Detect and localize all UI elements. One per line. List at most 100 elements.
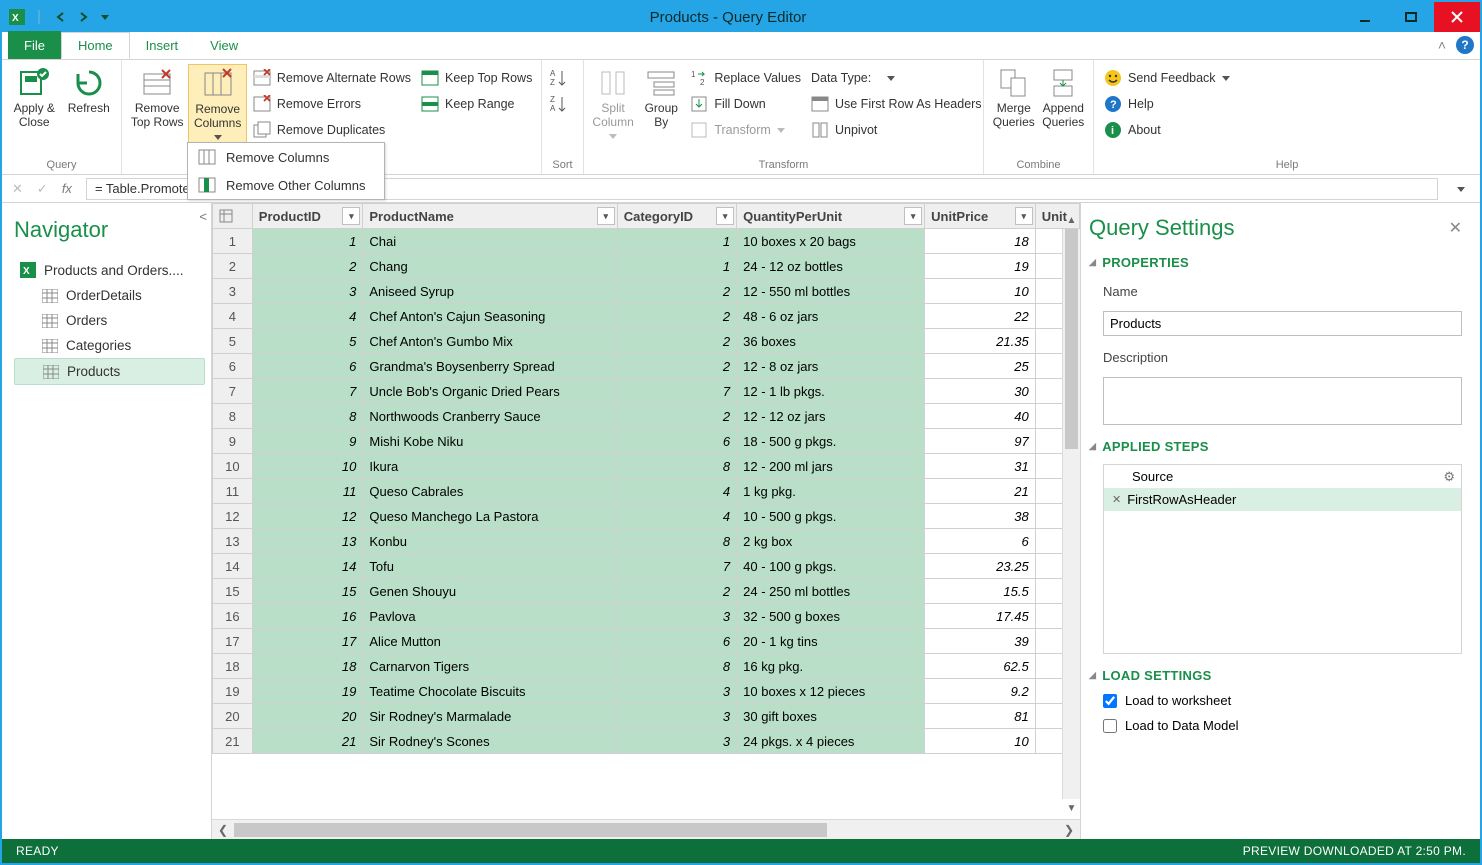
- cell[interactable]: Carnarvon Tigers: [363, 654, 617, 679]
- load-datamodel-checkbox[interactable]: Load to Data Model: [1103, 718, 1462, 733]
- cell[interactable]: 2: [617, 404, 736, 429]
- cell[interactable]: 2: [617, 329, 736, 354]
- cell[interactable]: 10: [252, 454, 363, 479]
- cell[interactable]: 3: [617, 604, 736, 629]
- row-number[interactable]: 7: [213, 379, 253, 404]
- cell[interactable]: Chef Anton's Cajun Seasoning: [363, 304, 617, 329]
- file-tab[interactable]: File: [8, 31, 61, 59]
- table-row[interactable]: 77Uncle Bob's Organic Dried Pears712 - 1…: [213, 379, 1080, 404]
- navigator-collapse-icon[interactable]: <: [199, 209, 207, 224]
- cell[interactable]: 10 boxes x 12 pieces: [737, 679, 925, 704]
- cell[interactable]: 12 - 1 lb pkgs.: [737, 379, 925, 404]
- scroll-up-arrow[interactable]: ▲: [1063, 211, 1080, 229]
- cell[interactable]: Sir Rodney's Marmalade: [363, 704, 617, 729]
- cell[interactable]: 3: [252, 279, 363, 304]
- filter-icon[interactable]: ▾: [904, 207, 922, 225]
- cell[interactable]: 6: [925, 529, 1036, 554]
- cell[interactable]: 23.25: [925, 554, 1036, 579]
- cell[interactable]: 31: [925, 454, 1036, 479]
- formula-expand-icon[interactable]: [1452, 181, 1470, 196]
- cell[interactable]: 13: [252, 529, 363, 554]
- row-number[interactable]: 2: [213, 254, 253, 279]
- row-number[interactable]: 16: [213, 604, 253, 629]
- use-first-row-headers-button[interactable]: Use First Row As Headers: [807, 92, 977, 116]
- cell[interactable]: 4: [252, 304, 363, 329]
- row-number[interactable]: 1: [213, 229, 253, 254]
- cell[interactable]: 12 - 550 ml bottles: [737, 279, 925, 304]
- cell[interactable]: 39: [925, 629, 1036, 654]
- maximize-button[interactable]: [1388, 2, 1434, 32]
- cell[interactable]: 10: [925, 729, 1036, 754]
- row-number[interactable]: 9: [213, 429, 253, 454]
- filter-icon[interactable]: ▾: [342, 207, 360, 225]
- cell[interactable]: 18: [252, 654, 363, 679]
- table-row[interactable]: 33Aniseed Syrup212 - 550 ml bottles10: [213, 279, 1080, 304]
- cell[interactable]: 5: [252, 329, 363, 354]
- refresh-button[interactable]: Refresh: [63, 64, 116, 116]
- collapse-ribbon-icon[interactable]: ˄: [1438, 37, 1446, 53]
- cell[interactable]: 1: [252, 229, 363, 254]
- navigator-item-categories[interactable]: Categories: [14, 333, 205, 358]
- row-number[interactable]: 6: [213, 354, 253, 379]
- cell[interactable]: 6: [252, 354, 363, 379]
- vertical-scrollbar[interactable]: ▲ ▼: [1062, 229, 1080, 799]
- load-worksheet-checkbox[interactable]: Load to worksheet: [1103, 693, 1462, 708]
- cell[interactable]: 1: [617, 229, 736, 254]
- undo-icon[interactable]: [52, 8, 70, 26]
- table-row[interactable]: 1111Queso Cabrales41 kg pkg.21: [213, 479, 1080, 504]
- row-number[interactable]: 15: [213, 579, 253, 604]
- view-tab[interactable]: View: [194, 32, 254, 59]
- sort-desc-button[interactable]: ZA: [548, 92, 570, 116]
- applied-steps-section[interactable]: APPLIED STEPS: [1089, 439, 1462, 454]
- cell[interactable]: Tofu: [363, 554, 617, 579]
- table-row[interactable]: 2020Sir Rodney's Marmalade330 gift boxes…: [213, 704, 1080, 729]
- table-row[interactable]: 2121Sir Rodney's Scones324 pkgs. x 4 pie…: [213, 729, 1080, 754]
- cell[interactable]: 24 pkgs. x 4 pieces: [737, 729, 925, 754]
- filter-icon[interactable]: ▾: [1015, 207, 1033, 225]
- remove-alternate-rows-button[interactable]: Remove Alternate Rows: [249, 66, 415, 90]
- cell[interactable]: 9: [252, 429, 363, 454]
- cell[interactable]: 32 - 500 g boxes: [737, 604, 925, 629]
- cell[interactable]: Chai: [363, 229, 617, 254]
- cell[interactable]: 30: [925, 379, 1036, 404]
- cell[interactable]: 10 - 500 g pkgs.: [737, 504, 925, 529]
- table-row[interactable]: 1818Carnarvon Tigers816 kg pkg.62.5: [213, 654, 1080, 679]
- cell[interactable]: Northwoods Cranberry Sauce: [363, 404, 617, 429]
- cell[interactable]: 2: [617, 354, 736, 379]
- cell[interactable]: 8: [617, 529, 736, 554]
- cell[interactable]: 7: [252, 379, 363, 404]
- column-header-unitprice[interactable]: UnitPrice▾: [925, 204, 1036, 229]
- row-number[interactable]: 17: [213, 629, 253, 654]
- step-first-row-as-header[interactable]: ✕ FirstRowAsHeader: [1104, 488, 1461, 511]
- properties-section[interactable]: PROPERTIES: [1089, 255, 1462, 270]
- vscroll-thumb[interactable]: [1065, 229, 1078, 449]
- table-row[interactable]: 1010Ikura812 - 200 ml jars31: [213, 454, 1080, 479]
- cell[interactable]: 19: [925, 254, 1036, 279]
- cell[interactable]: Queso Cabrales: [363, 479, 617, 504]
- cell[interactable]: 3: [617, 679, 736, 704]
- table-row[interactable]: 11Chai110 boxes x 20 bags18: [213, 229, 1080, 254]
- transform-menu-button[interactable]: Transform: [686, 118, 805, 142]
- cell[interactable]: 10 boxes x 20 bags: [737, 229, 925, 254]
- cell[interactable]: 12 - 200 ml jars: [737, 454, 925, 479]
- navigator-item-orderdetails[interactable]: OrderDetails: [14, 283, 205, 308]
- cell[interactable]: Grandma's Boysenberry Spread: [363, 354, 617, 379]
- table-row[interactable]: 1616Pavlova332 - 500 g boxes17.45: [213, 604, 1080, 629]
- step-gear-icon[interactable]: ⚙: [1443, 469, 1455, 485]
- navigator-item-products[interactable]: Products: [14, 358, 205, 385]
- cell[interactable]: 17: [252, 629, 363, 654]
- cell[interactable]: 1 kg pkg.: [737, 479, 925, 504]
- merge-queries-button[interactable]: Merge Queries: [990, 64, 1038, 130]
- cell[interactable]: 24 - 250 ml bottles: [737, 579, 925, 604]
- cell[interactable]: 22: [925, 304, 1036, 329]
- remove-duplicates-button[interactable]: Remove Duplicates: [249, 118, 415, 142]
- cell[interactable]: 48 - 6 oz jars: [737, 304, 925, 329]
- cell[interactable]: 21: [925, 479, 1036, 504]
- table-row[interactable]: 55Chef Anton's Gumbo Mix236 boxes21.35: [213, 329, 1080, 354]
- table-row[interactable]: 1919Teatime Chocolate Biscuits310 boxes …: [213, 679, 1080, 704]
- column-header-productid[interactable]: ProductID▾: [252, 204, 363, 229]
- scroll-left-arrow[interactable]: ❮: [212, 823, 234, 837]
- load-settings-section[interactable]: LOAD SETTINGS: [1089, 668, 1462, 683]
- cell[interactable]: 6: [617, 429, 736, 454]
- cell[interactable]: Alice Mutton: [363, 629, 617, 654]
